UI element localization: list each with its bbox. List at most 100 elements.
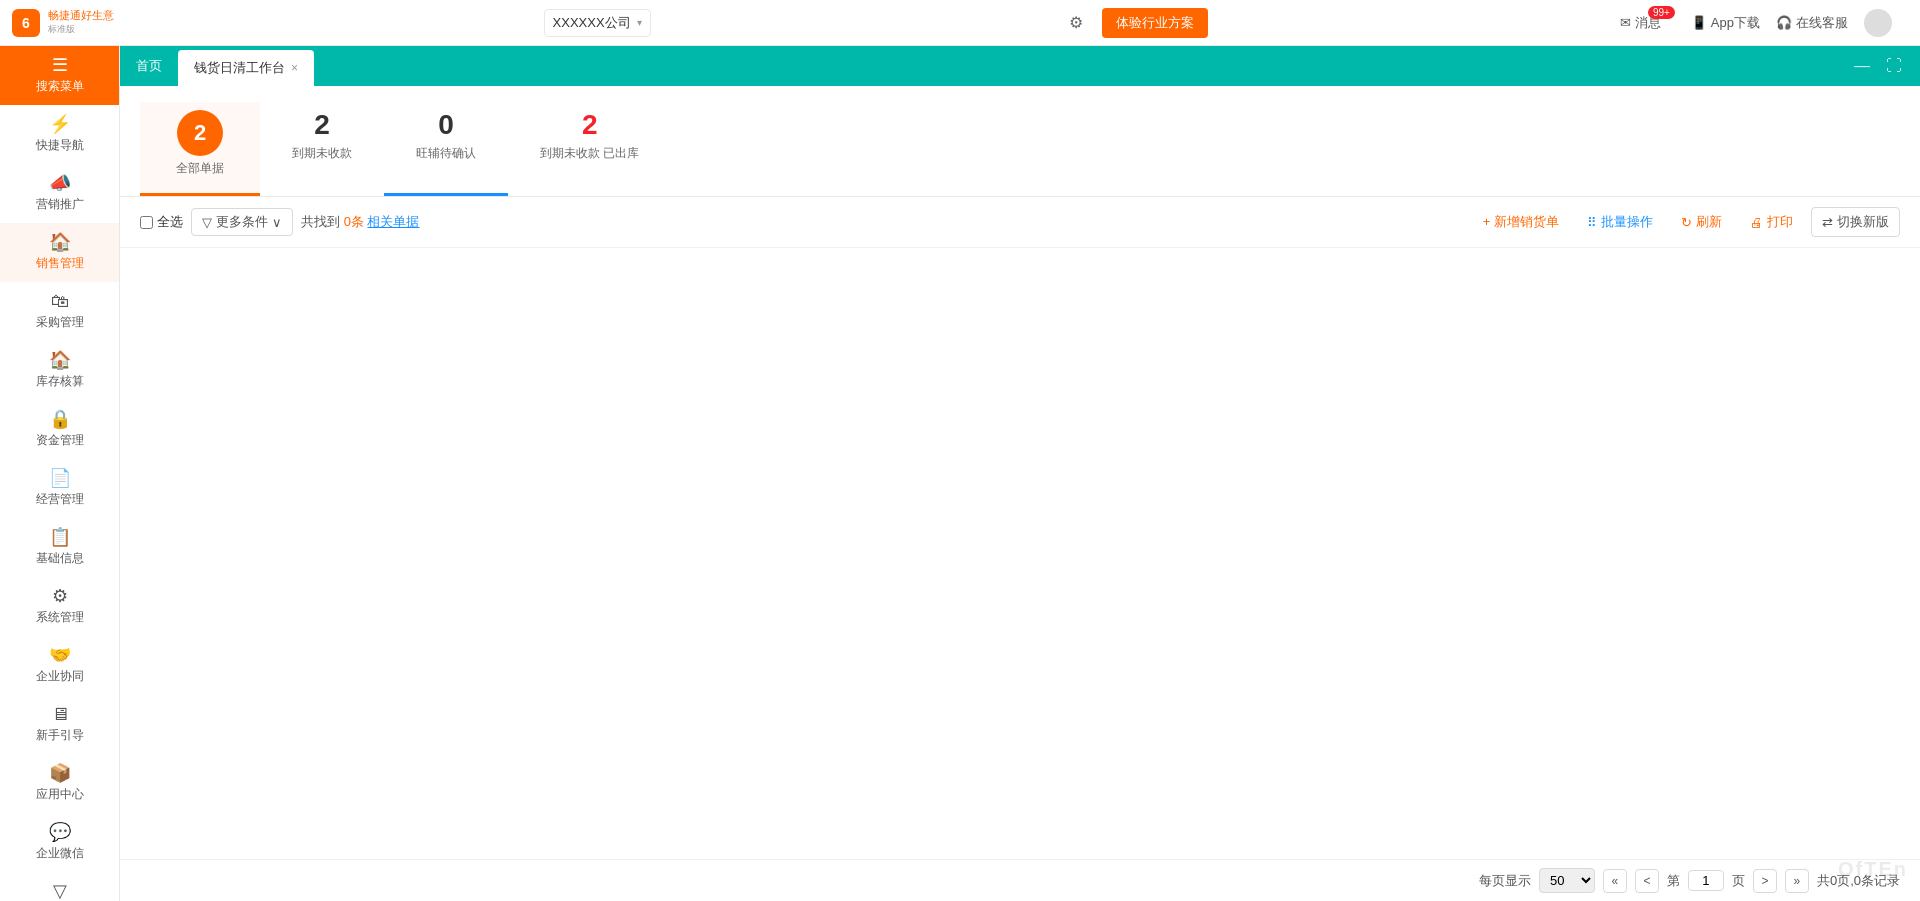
footer-bar: 每页显示 50 10 20 100 « < 第 页 > » 共0页,0条记录 [120, 859, 1920, 901]
sidebar-label-system: 系统管理 [36, 609, 84, 626]
page-text: 第 [1667, 872, 1680, 890]
finance-icon: 🔒 [49, 410, 71, 428]
tab-close-icon[interactable]: × [291, 61, 298, 75]
marketing-icon: 📣 [49, 174, 71, 192]
sidebar-item-app-center[interactable]: 📦 应用中心 [0, 754, 119, 813]
tab-maximize-button[interactable]: ⛶ [1880, 52, 1908, 80]
logo-area: 6 畅捷通好生意 标准版 [12, 9, 132, 37]
filter-arrow: ∨ [272, 215, 282, 230]
next-page-button[interactable]: > [1753, 869, 1777, 893]
select-all-label: 全选 [157, 213, 183, 231]
batch-operation-button[interactable]: ⠿ 批量操作 [1577, 208, 1663, 236]
filter-button[interactable]: ▽ 更多条件 ∨ [191, 208, 293, 236]
select-all-checkbox[interactable]: 全选 [140, 213, 183, 231]
sidebar-label-marketing: 营销推广 [36, 196, 84, 213]
stat-card-overdue-unshipped[interactable]: 2 到期未收款 已出库 [508, 102, 671, 196]
tab-minimize-button[interactable]: — [1848, 52, 1876, 80]
sidebar-label-sales: 销售管理 [36, 255, 84, 272]
avatar[interactable] [1864, 9, 1892, 37]
stat-number-all: 2 [177, 110, 223, 156]
sidebar-item-marketing[interactable]: 📣 营销推广 [0, 164, 119, 223]
sidebar-label-finance: 资金管理 [36, 432, 84, 449]
tab-bar-actions: — ⛶ [1848, 52, 1920, 80]
sidebar-label-inventory: 库存核算 [36, 373, 84, 390]
system-icon: ⚙ [52, 587, 68, 605]
sidebar-label-basic-info: 基础信息 [36, 550, 84, 567]
print-icon: 🖨 [1750, 215, 1763, 230]
logo-text: 畅捷通好生意 [48, 9, 114, 22]
logo-icon: 6 [12, 9, 40, 37]
sidebar-item-quick-nav[interactable]: ⚡ 快捷导航 [0, 105, 119, 164]
sidebar-item-guide[interactable]: 🖥 新手引导 [0, 695, 119, 754]
service-icon: 🎧 [1776, 15, 1792, 30]
first-page-button[interactable]: « [1603, 869, 1627, 893]
logo-badge: 标准版 [48, 23, 114, 36]
sidebar-item-basic-info[interactable]: 📋 基础信息 [0, 518, 119, 577]
tab-home[interactable]: 首页 [120, 46, 178, 86]
toolbar: 全选 ▽ 更多条件 ∨ 共找到 0条 相关单据 + 新增销货单 [120, 197, 1920, 248]
toolbar-left: 全选 ▽ 更多条件 ∨ 共找到 0条 相关单据 [140, 208, 1461, 236]
sidebar-item-member[interactable]: ▽ 畅会员 [0, 872, 119, 901]
experience-button[interactable]: 体验行业方案 [1102, 8, 1208, 38]
stat-card-all[interactable]: 2 全部单据 [140, 102, 260, 196]
sales-icon: 🏠 [49, 233, 71, 251]
toolbar-right: + 新增销货单 ⠿ 批量操作 ↻ 刷新 🖨 打印 ⇄ [1473, 207, 1900, 237]
sidebar-item-purchase[interactable]: 🛍 采购管理 [0, 282, 119, 341]
stat-label-all: 全部单据 [176, 160, 224, 177]
menu-icon: ☰ [52, 56, 68, 74]
sidebar-item-finance[interactable]: 🔒 资金管理 [0, 400, 119, 459]
inventory-icon: 🏠 [49, 351, 71, 369]
last-page-button[interactable]: » [1785, 869, 1809, 893]
sidebar-item-inventory[interactable]: 🏠 库存核算 [0, 341, 119, 400]
guide-icon: 🖥 [51, 705, 69, 723]
purchase-icon: 🛍 [51, 292, 69, 310]
tab-active-label: 钱货日清工作台 [194, 59, 285, 77]
sidebar-item-search-menu[interactable]: ☰ 搜索菜单 [0, 46, 119, 105]
stat-label-overdue: 到期未收款 [292, 145, 352, 162]
tab-active[interactable]: 钱货日清工作台 × [178, 50, 314, 86]
found-count: 0条 [344, 214, 364, 229]
app-download-button[interactable]: 📱 App下载 [1691, 14, 1760, 32]
member-icon: ▽ [53, 882, 67, 900]
per-page-label: 每页显示 [1479, 872, 1531, 890]
page-input[interactable] [1688, 870, 1724, 891]
related-link[interactable]: 相关单据 [367, 214, 419, 229]
company-selector[interactable]: XXXXXX公司 ▾ [544, 9, 651, 37]
sidebar-label-guide: 新手引导 [36, 727, 84, 744]
stat-label-overdue-unshipped: 到期未收款 已出库 [540, 145, 639, 162]
sidebar-item-enterprise[interactable]: 🤝 企业协同 [0, 636, 119, 695]
stat-card-pending[interactable]: 0 旺辅待确认 [384, 102, 508, 196]
sidebar: ☰ 搜索菜单 ⚡ 快捷导航 📣 营销推广 🏠 销售管理 🛍 采购管理 🏠 库存核… [0, 46, 120, 901]
sidebar-item-sales[interactable]: 🏠 销售管理 [0, 223, 119, 282]
print-button[interactable]: 🖨 打印 [1740, 208, 1803, 236]
header-right: ✉ 消息 99+ 📱 App下载 🎧 在线客服 [1620, 9, 1908, 37]
wechat-icon: 💬 [49, 823, 71, 841]
refresh-button[interactable]: ↻ 刷新 [1671, 208, 1732, 236]
sidebar-label-purchase: 采购管理 [36, 314, 84, 331]
switch-icon: ⇄ [1822, 215, 1833, 230]
sidebar-item-system[interactable]: ⚙ 系统管理 [0, 577, 119, 636]
app-center-icon: 📦 [49, 764, 71, 782]
tab-bar: 首页 钱货日清工作台 × — ⛶ [120, 46, 1920, 86]
lightning-icon: ⚡ [49, 115, 71, 133]
settings-icon[interactable]: ⚙ [1062, 9, 1090, 37]
switch-version-button[interactable]: ⇄ 切换新版 [1811, 207, 1900, 237]
page-label: 页 [1732, 872, 1745, 890]
page-size-select[interactable]: 50 10 20 100 [1539, 868, 1595, 893]
messages-button[interactable]: ✉ 消息 99+ [1620, 14, 1661, 32]
checkbox-input[interactable] [140, 216, 153, 229]
stat-card-overdue-unpaid[interactable]: 2 到期未收款 [260, 102, 384, 196]
sidebar-label-quick-nav: 快捷导航 [36, 137, 84, 154]
print-label: 打印 [1767, 213, 1793, 231]
add-order-button[interactable]: + 新增销货单 [1473, 208, 1569, 236]
online-service-button[interactable]: 🎧 在线客服 [1776, 14, 1848, 32]
batch-icon: ⠿ [1587, 215, 1597, 230]
prev-page-button[interactable]: < [1635, 869, 1659, 893]
filter-label: 更多条件 [216, 213, 268, 231]
stats-row: 2 全部单据 2 到期未收款 0 旺辅待确认 2 到期未收款 已出库 [120, 86, 1920, 197]
sidebar-item-operations[interactable]: 📄 经营管理 [0, 459, 119, 518]
sidebar-item-wechat[interactable]: 💬 企业微信 [0, 813, 119, 872]
stat-number-overdue: 2 [314, 110, 330, 141]
switch-label: 切换新版 [1837, 213, 1889, 231]
sidebar-label-app-center: 应用中心 [36, 786, 84, 803]
